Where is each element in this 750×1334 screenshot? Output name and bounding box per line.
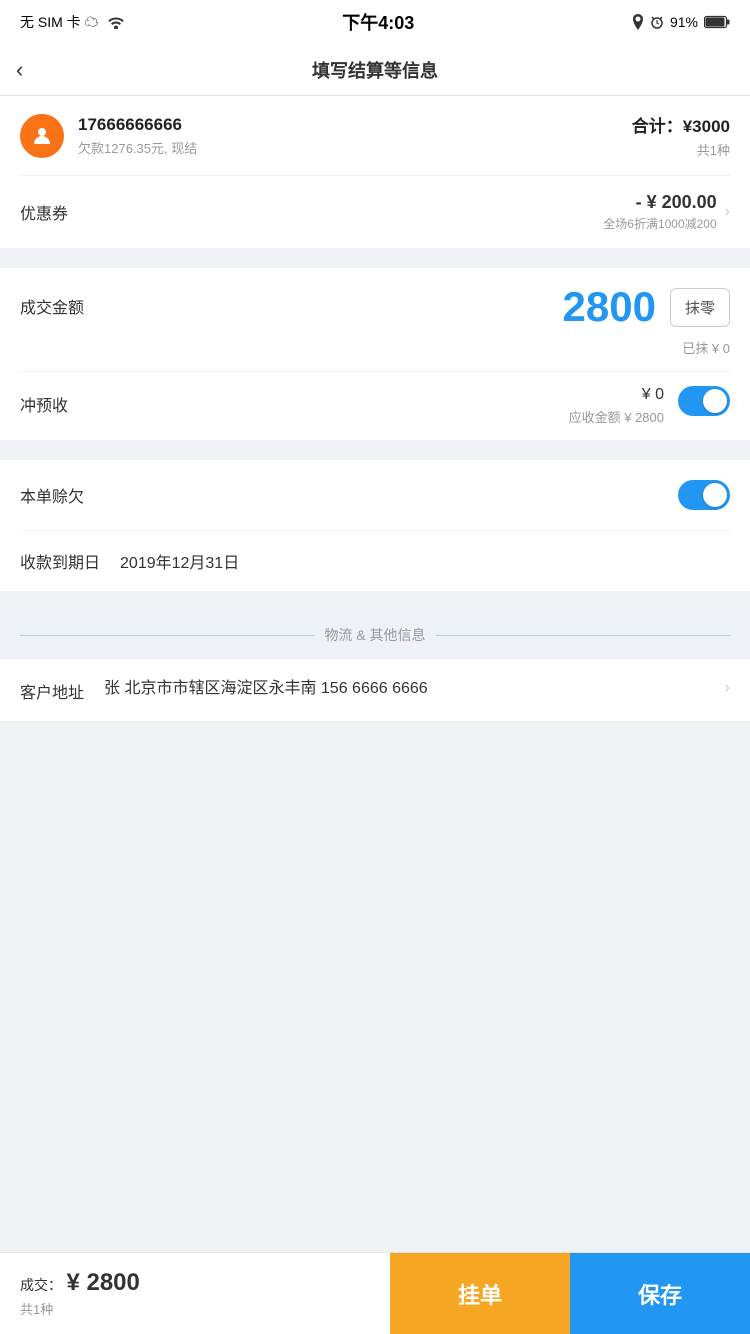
address-value: 张 北京市市辖区海淀区永丰南 156 6666 6666 (104, 677, 725, 701)
prepay-sub: 应收金额 ¥ 2800 (569, 407, 664, 426)
credit-card: 本单赊欠 收款到期日 2019年12月31日 (0, 460, 750, 591)
credit-label: 本单赊欠 (20, 483, 84, 507)
section-gap-3 (0, 601, 750, 611)
coupon-right: - ¥ 200.00 全场6折满1000减200 › (603, 192, 730, 232)
section-line-left (20, 635, 314, 636)
bottom-deal-row: 成交： ¥ 2800 (20, 1269, 370, 1297)
bottom-summary: 成交： ¥ 2800 共1种 (0, 1257, 390, 1330)
status-bar: 无 SIM 卡 ☁ 下午4:03 91% (0, 0, 750, 44)
customer-right: 合计：¥3000 共1种 (632, 112, 730, 159)
customer-row: 17666666666 欠款1276.35元, 现结 合计：¥3000 共1种 (0, 96, 750, 175)
prepay-toggle-track (678, 386, 730, 416)
status-right: 91% (632, 14, 730, 30)
date-label: 收款到期日 (20, 549, 100, 573)
customer-card: 17666666666 欠款1276.35元, 现结 合计：¥3000 共1种 … (0, 96, 750, 248)
page-title: 填写结算等信息 (312, 57, 438, 83)
bottom-bar: 成交： ¥ 2800 共1种 挂单 保存 (0, 1252, 750, 1334)
prepay-values: ¥ 0 应收金额 ¥ 2800 (569, 386, 664, 426)
customer-info: 17666666666 欠款1276.35元, 现结 (78, 115, 197, 157)
battery-icon (704, 15, 730, 29)
section-line-right (436, 635, 730, 636)
deal-right: 2800 抹零 (563, 286, 730, 328)
credit-toggle-track (678, 480, 730, 510)
nav-bar: ‹ 填写结算等信息 (0, 44, 750, 96)
section-gap-1 (0, 258, 750, 268)
address-label: 客户地址 (20, 677, 84, 703)
customer-left: 17666666666 欠款1276.35元, 现结 (20, 114, 197, 158)
round-btn[interactable]: 抹零 (670, 288, 730, 327)
content: 17666666666 欠款1276.35元, 现结 合计：¥3000 共1种 … (0, 96, 750, 1021)
logistics-section-title: 物流 & 其他信息 (0, 611, 750, 659)
back-button[interactable]: ‹ (16, 57, 23, 83)
alarm-icon (650, 15, 664, 29)
wifi-icon (107, 15, 125, 29)
deal-amount-value: 2800 (563, 286, 656, 328)
customer-sub: 欠款1276.35元, 现结 (78, 138, 197, 157)
extra-gray (0, 731, 750, 931)
chevron-right-icon: › (725, 203, 730, 221)
credit-row: 本单赊欠 (0, 460, 750, 530)
section-gap-2 (0, 450, 750, 460)
address-row[interactable]: 客户地址 张 北京市市辖区海淀区永丰南 156 6666 6666 › (0, 659, 750, 721)
bottom-deal-label: 成交： (20, 1277, 62, 1293)
hang-button[interactable]: 挂单 (390, 1253, 570, 1334)
coupon-info: - ¥ 200.00 全场6折满1000减200 (603, 192, 716, 232)
address-card: 客户地址 张 北京市市辖区海淀区永丰南 156 6666 6666 › (0, 659, 750, 721)
customer-phone: 17666666666 (78, 115, 197, 135)
status-left: 无 SIM 卡 ☁ (20, 12, 125, 32)
battery-level: 91% (670, 14, 698, 30)
coupon-label: 优惠券 (20, 200, 68, 224)
logistics-title-text: 物流 & 其他信息 (324, 625, 425, 645)
deal-row: 成交金额 2800 抹零 (0, 268, 750, 334)
coupon-amount: - ¥ 200.00 (603, 192, 716, 213)
prepay-toggle[interactable] (678, 386, 730, 416)
coupon-row[interactable]: 优惠券 - ¥ 200.00 全场6折满1000减200 › (0, 176, 750, 248)
deal-amount-card: 成交金额 2800 抹零 已抹 ¥ 0 冲预收 ¥ 0 应收金额 ¥ 2800 (0, 268, 750, 440)
order-total: 合计：¥3000 (632, 112, 730, 137)
prepay-label: 冲预收 (20, 386, 68, 416)
deal-label: 成交金额 (20, 286, 84, 318)
credit-toggle[interactable] (678, 480, 730, 510)
prepay-amount: ¥ 0 (569, 386, 664, 404)
prepay-row: 冲预收 ¥ 0 应收金额 ¥ 2800 (0, 372, 750, 440)
status-time: 下午4:03 (342, 9, 414, 35)
date-value: 2019年12月31日 (120, 549, 239, 573)
prepay-right: ¥ 0 应收金额 ¥ 2800 (569, 386, 730, 426)
avatar (20, 114, 64, 158)
date-row: 收款到期日 2019年12月31日 (0, 531, 750, 591)
deal-sub: 已抹 ¥ 0 (0, 334, 750, 371)
order-count: 共1种 (632, 140, 730, 159)
sim-status: 无 SIM 卡 ☁ (20, 12, 99, 32)
address-chevron-icon: › (725, 677, 730, 697)
save-button[interactable]: 保存 (570, 1253, 750, 1334)
coupon-desc: 全场6折满1000减200 (603, 215, 716, 232)
location-icon (632, 14, 644, 30)
bottom-count: 共1种 (20, 1299, 370, 1318)
bottom-amount: ¥ 2800 (66, 1269, 139, 1296)
